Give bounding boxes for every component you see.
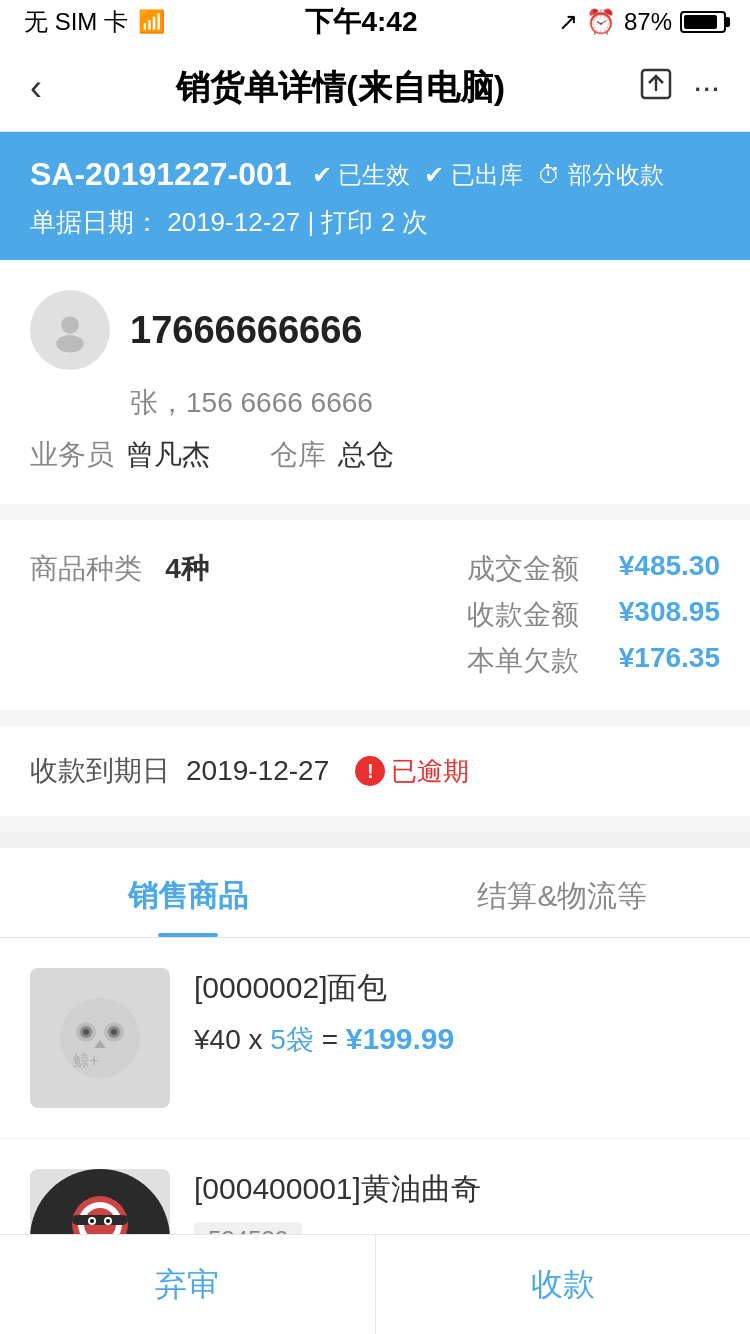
sales-name: 曾凡杰: [126, 436, 210, 474]
amount-line: 成交金额 ¥485.30: [467, 550, 720, 588]
status-effective: ✔ 已生效: [312, 159, 411, 191]
product-thumbnail-1: 鲸+: [30, 968, 170, 1108]
status-partial-payment: ⏱ 部分收款: [537, 159, 664, 191]
status-right: ↗ ⏰ 87%: [558, 8, 726, 36]
order-status-badges: ✔ 已生效 ✔ 已出库 ⏱ 部分收款: [312, 159, 664, 191]
product-types: 商品种类 4种: [30, 550, 209, 588]
product-qty-1: 5袋: [270, 1024, 314, 1055]
svg-point-3: [61, 316, 79, 334]
owed-line: 本单欠款 ¥176.35: [467, 642, 720, 680]
warehouse-label: 仓库: [270, 436, 326, 474]
nav-actions: ···: [639, 67, 720, 109]
battery-icon: [680, 11, 726, 33]
tab-sales-products[interactable]: 销售商品: [0, 848, 375, 937]
print-text: | 打印 2 次: [307, 207, 428, 237]
product-name-2: [000400001]黄油曲奇: [194, 1169, 720, 1210]
due-date: 2019-12-27: [186, 755, 329, 787]
stats-card: 商品种类 4种 成交金额 ¥485.30 收款金额 ¥308.95 本单欠款 ¥…: [0, 520, 750, 710]
svg-point-23: [106, 1219, 110, 1223]
customer-sub: 张，156 6666 6666: [130, 384, 720, 422]
amount-value: ¥485.30: [619, 550, 720, 588]
page-title: 销货单详情(来自电脑): [176, 65, 505, 111]
product-unit-price-1: ¥40: [194, 1024, 241, 1055]
wifi-icon: 📶: [138, 9, 165, 35]
header-banner: SA-20191227-001 ✔ 已生效 ✔ 已出库 ⏱ 部分收款 单据日期：…: [0, 132, 750, 260]
product-price-1: ¥40 x 5袋 = ¥199.99: [194, 1021, 720, 1059]
more-button[interactable]: ···: [693, 69, 720, 106]
svg-point-11: [111, 1029, 117, 1035]
carrier-text: 无 SIM 卡: [24, 6, 128, 38]
product-eq-1: =: [322, 1024, 346, 1055]
customer-card: 17666666666 张，156 6666 6666 业务员 曾凡杰 仓库 总…: [0, 260, 750, 504]
due-label: 收款到期日: [30, 752, 170, 790]
amount-stats: 成交金额 ¥485.30 收款金额 ¥308.95 本单欠款 ¥176.35: [467, 550, 720, 680]
status-bar: 无 SIM 卡 📶 下午4:42 ↗ ⏰ 87%: [0, 0, 750, 44]
export-button[interactable]: [639, 67, 673, 109]
svg-point-10: [83, 1029, 89, 1035]
status-time: 下午4:42: [305, 3, 417, 41]
product-types-label: 商品种类: [30, 553, 142, 584]
svg-point-5: [60, 998, 140, 1078]
svg-point-4: [56, 335, 84, 353]
order-date: 2019-12-27: [167, 207, 300, 237]
back-button[interactable]: ‹: [30, 67, 42, 109]
alarm-icon: ⏰: [586, 8, 616, 36]
date-label: 单据日期：: [30, 207, 160, 237]
received-line: 收款金额 ¥308.95: [467, 596, 720, 634]
avatar: [30, 290, 110, 370]
list-item: 鲸+ [0000002]面包 ¥40 x 5袋 = ¥199.99: [0, 938, 750, 1139]
warehouse-name: 总仓: [338, 436, 394, 474]
order-meta: 单据日期： 2019-12-27 | 打印 2 次: [30, 205, 720, 240]
status-shipped: ✔ 已出库: [424, 159, 523, 191]
tabs: 销售商品 结算&物流等: [0, 848, 750, 938]
sales-label: 业务员: [30, 436, 114, 474]
svg-rect-18: [72, 1215, 128, 1225]
received-label: 收款金额: [467, 596, 579, 634]
tab-settlement[interactable]: 结算&物流等: [375, 848, 750, 937]
amount-label: 成交金额: [467, 550, 579, 588]
owed-value: ¥176.35: [619, 642, 720, 680]
overdue-badge: ! 已逾期: [355, 754, 469, 789]
owed-label: 本单欠款: [467, 642, 579, 680]
customer-info-row: 业务员 曾凡杰 仓库 总仓: [30, 436, 720, 474]
received-value: ¥308.95: [619, 596, 720, 634]
svg-text:鲸+: 鲸+: [73, 1052, 98, 1069]
overdue-icon: !: [355, 756, 385, 786]
customer-phone: 17666666666: [130, 309, 362, 352]
battery-percent: 87%: [624, 8, 672, 36]
collect-payment-button[interactable]: 收款: [376, 1235, 751, 1334]
location-icon: ↗: [558, 8, 578, 36]
nav-bar: ‹ 销货单详情(来自电脑) ···: [0, 44, 750, 132]
due-card: 收款到期日 2019-12-27 ! 已逾期: [0, 726, 750, 816]
thumb-placeholder-1: 鲸+: [30, 968, 170, 1108]
product-total-1: ¥199.99: [346, 1022, 454, 1055]
product-types-value: 4种: [165, 553, 209, 584]
order-id: SA-20191227-001: [30, 156, 292, 193]
warehouse-info: 仓库 总仓: [270, 436, 394, 474]
svg-point-22: [90, 1219, 94, 1223]
cancel-review-button[interactable]: 弃审: [0, 1235, 376, 1334]
product-name-1: [0000002]面包: [194, 968, 720, 1009]
product-x-1: x: [249, 1024, 271, 1055]
status-left: 无 SIM 卡 📶: [24, 6, 165, 38]
product-info-1: [0000002]面包 ¥40 x 5袋 = ¥199.99: [194, 968, 720, 1059]
overdue-text: 已逾期: [391, 754, 469, 789]
bottom-bar: 弃审 收款: [0, 1234, 750, 1334]
section-divider: [0, 832, 750, 848]
sales-info: 业务员 曾凡杰: [30, 436, 210, 474]
